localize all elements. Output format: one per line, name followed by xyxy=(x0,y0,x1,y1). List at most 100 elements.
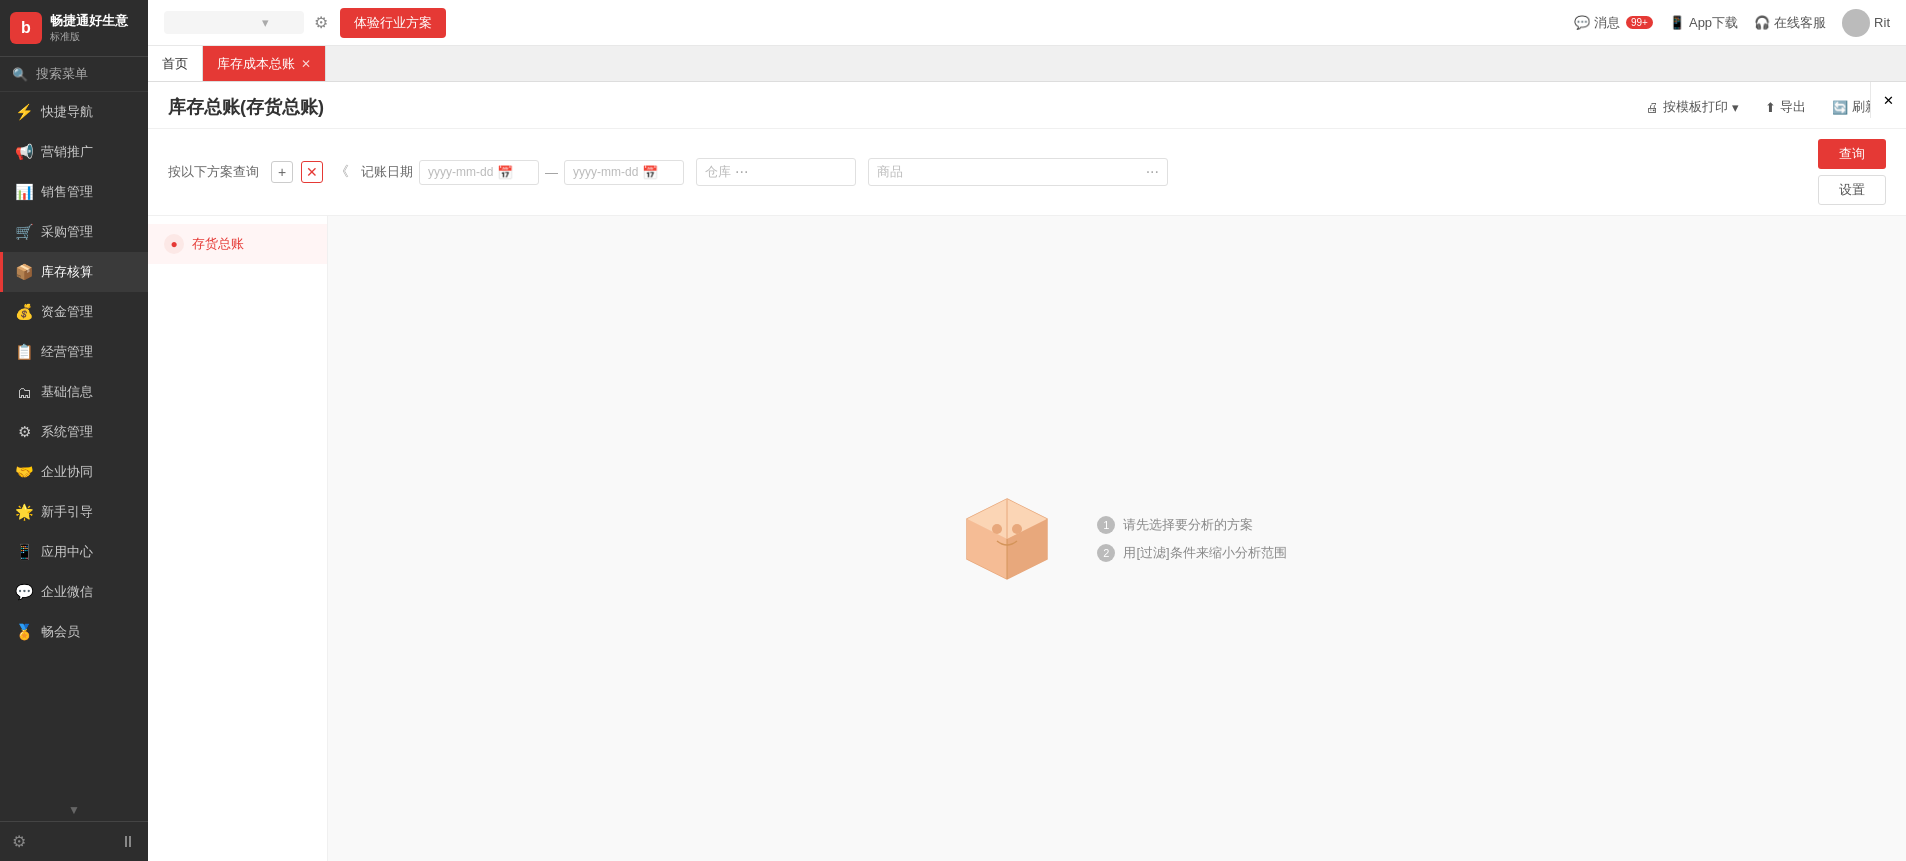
query-button[interactable]: 查询 xyxy=(1818,139,1886,169)
sidebar-item-fund[interactable]: 💰 资金管理 xyxy=(0,292,148,332)
sidebar-item-label: 销售管理 xyxy=(41,183,93,201)
empty-state-inner: 1 请先选择要分析的方案 2 用[过滤]条件来缩小分析范围 xyxy=(947,479,1286,599)
user-name: Rit xyxy=(1874,15,1890,30)
avatar xyxy=(1842,9,1870,37)
app-download-button[interactable]: 📱 App下载 xyxy=(1669,14,1738,32)
sidebar-item-label: 企业微信 xyxy=(41,583,93,601)
scheme-item-inventory-ledger[interactable]: ● 存货总账 xyxy=(148,224,327,264)
sidebar-item-label: 应用中心 xyxy=(41,543,93,561)
sidebar-item-system[interactable]: ⚙ 系统管理 xyxy=(0,412,148,452)
main-panel: 库存总账(存货总账) 🖨 按模板打印 ▾ ⬆ 导出 🔄 刷新 xyxy=(148,82,1906,861)
tab-inventory-ledger[interactable]: 库存成本总账 ✕ xyxy=(203,46,326,81)
empty-tip-1-text: 请先选择要分析的方案 xyxy=(1123,516,1253,534)
print-icon: 🖨 xyxy=(1646,100,1659,115)
sidebar-item-label: 资金管理 xyxy=(41,303,93,321)
message-button[interactable]: 💬 消息 99+ xyxy=(1574,14,1653,32)
empty-tip-2: 2 用[过滤]条件来缩小分析范围 xyxy=(1097,544,1286,562)
warehouse-field-group: 仓库 ··· xyxy=(696,158,856,186)
tab-inventory-label: 库存成本总账 xyxy=(217,55,295,73)
panel-header: 库存总账(存货总账) 🖨 按模板打印 ▾ ⬆ 导出 🔄 刷新 xyxy=(148,82,1906,129)
sidebar-item-enterprise[interactable]: 🤝 企业协同 xyxy=(0,452,148,492)
online-service-label: 在线客服 xyxy=(1774,14,1826,32)
user-avatar-area[interactable]: Rit xyxy=(1842,9,1890,37)
print-template-label: 按模板打印 xyxy=(1663,98,1728,116)
settings-footer-icon[interactable]: ⚙ xyxy=(12,832,26,851)
empty-svg xyxy=(947,479,1067,599)
date-start-input[interactable]: yyyy-mm-dd 📅 xyxy=(419,160,539,185)
date-end-placeholder: yyyy-mm-dd xyxy=(573,165,638,179)
sidebar-item-guide[interactable]: 🌟 新手引导 xyxy=(0,492,148,532)
sidebar-item-label: 采购管理 xyxy=(41,223,93,241)
app-brand-name: 畅捷通好生意 xyxy=(50,12,128,30)
calendar-start-icon: 📅 xyxy=(497,165,513,180)
search-icon: 🔍 xyxy=(12,67,28,82)
sidebar-item-label: 畅会员 xyxy=(41,623,80,641)
tip-num-1: 1 xyxy=(1097,516,1115,534)
date-start-placeholder: yyyy-mm-dd xyxy=(428,165,493,179)
sidebar-search-label: 搜索菜单 xyxy=(36,65,88,83)
sidebar-item-label: 新手引导 xyxy=(41,503,93,521)
settings-button[interactable]: 设置 xyxy=(1818,175,1886,205)
product-placeholder: 商品 xyxy=(877,163,903,181)
sidebar-item-basic-info[interactable]: 🗂 基础信息 xyxy=(0,372,148,412)
sidebar-item-wecom[interactable]: 💬 企业微信 xyxy=(0,572,148,612)
empty-tips: 1 请先选择要分析的方案 2 用[过滤]条件来缩小分析范围 xyxy=(1097,516,1286,562)
content-area: 库存总账(存货总账) 🖨 按模板打印 ▾ ⬆ 导出 🔄 刷新 xyxy=(148,82,1906,861)
wecom-icon: 💬 xyxy=(15,583,33,601)
scroll-down-indicator[interactable]: ▼ xyxy=(0,799,148,821)
panel-title: 库存总账(存货总账) xyxy=(168,95,324,119)
sales-icon: 📊 xyxy=(15,183,33,201)
sidebar-nav: ⚡ 快捷导航 📢 营销推广 📊 销售管理 🛒 采购管理 📦 库存核算 💰 资金管… xyxy=(0,92,148,799)
sidebar-item-member[interactable]: 🏅 畅会员 xyxy=(0,612,148,652)
scheme-item-label: 存货总账 xyxy=(192,235,244,253)
online-service-button[interactable]: 🎧 在线客服 xyxy=(1754,14,1826,32)
product-input[interactable]: 商品 ··· xyxy=(868,158,1168,186)
filter-bar: 按以下方案查询 + ✕ 《 记账日期 yyyy-mm-dd 📅 — yyyy-m… xyxy=(148,129,1906,216)
audio-footer-icon[interactable]: ⏸ xyxy=(120,833,136,851)
filter-collapse-button[interactable]: 《 xyxy=(331,161,353,183)
warehouse-placeholder: 仓库 xyxy=(705,163,731,181)
warehouse-more-icon: ··· xyxy=(735,163,748,181)
warehouse-input[interactable]: 仓库 ··· xyxy=(696,158,856,186)
operations-icon: 📋 xyxy=(15,343,33,361)
sidebar-footer: ⚙ ⏸ xyxy=(0,821,148,861)
export-button[interactable]: ⬆ 导出 xyxy=(1757,94,1814,120)
app-center-icon: 📱 xyxy=(15,543,33,561)
enterprise-icon: 🤝 xyxy=(15,463,33,481)
close-icon: ✕ xyxy=(1883,93,1894,108)
topbar-search-area[interactable]: ▾ xyxy=(164,11,304,34)
sidebar-item-sales[interactable]: 📊 销售管理 xyxy=(0,172,148,212)
sidebar-item-label: 快捷导航 xyxy=(41,103,93,121)
empty-tip-2-text: 用[过滤]条件来缩小分析范围 xyxy=(1123,544,1286,562)
app-logo-icon: b xyxy=(10,12,42,44)
main-area: ▾ ⚙ 体验行业方案 💬 消息 99+ 📱 App下载 🎧 在线客服 Rit xyxy=(148,0,1906,861)
filter-add-button[interactable]: + xyxy=(271,161,293,183)
app-download-label: App下载 xyxy=(1689,14,1738,32)
sidebar-item-label: 企业协同 xyxy=(41,463,93,481)
sidebar-item-operations[interactable]: 📋 经营管理 xyxy=(0,332,148,372)
sidebar-item-inventory[interactable]: 📦 库存核算 xyxy=(0,252,148,292)
date-end-input[interactable]: yyyy-mm-dd 📅 xyxy=(564,160,684,185)
sidebar-item-purchase[interactable]: 🛒 采购管理 xyxy=(0,212,148,252)
panel-close-button[interactable]: ✕ xyxy=(1870,82,1906,118)
calendar-end-icon: 📅 xyxy=(642,165,658,180)
sidebar: b 畅捷通好生意 标准版 🔍 搜索菜单 ⚡ 快捷导航 📢 营销推广 📊 销售管理… xyxy=(0,0,148,861)
topbar: ▾ ⚙ 体验行业方案 💬 消息 99+ 📱 App下载 🎧 在线客服 Rit xyxy=(148,0,1906,46)
filter-remove-button[interactable]: ✕ xyxy=(301,161,323,183)
export-label: 导出 xyxy=(1780,98,1806,116)
print-template-button[interactable]: 🖨 按模板打印 ▾ xyxy=(1638,94,1747,120)
sidebar-item-quick-nav[interactable]: ⚡ 快捷导航 xyxy=(0,92,148,132)
tab-home[interactable]: 首页 xyxy=(148,46,203,81)
basic-info-icon: 🗂 xyxy=(15,384,33,401)
sidebar-item-app-center[interactable]: 📱 应用中心 xyxy=(0,532,148,572)
sidebar-item-label: 系统管理 xyxy=(41,423,93,441)
sidebar-item-marketing[interactable]: 📢 营销推广 xyxy=(0,132,148,172)
sidebar-search[interactable]: 🔍 搜索菜单 xyxy=(0,57,148,92)
tab-close-icon[interactable]: ✕ xyxy=(301,57,311,71)
message-badge: 99+ xyxy=(1626,16,1653,29)
trial-industry-button[interactable]: 体验行业方案 xyxy=(340,8,446,38)
filter-fields: 记账日期 yyyy-mm-dd 📅 — yyyy-mm-dd 📅 xyxy=(361,158,1810,186)
settings-gear-icon[interactable]: ⚙ xyxy=(314,13,328,32)
action-buttons: 查询 设置 xyxy=(1818,139,1886,205)
tab-home-label: 首页 xyxy=(162,55,188,73)
